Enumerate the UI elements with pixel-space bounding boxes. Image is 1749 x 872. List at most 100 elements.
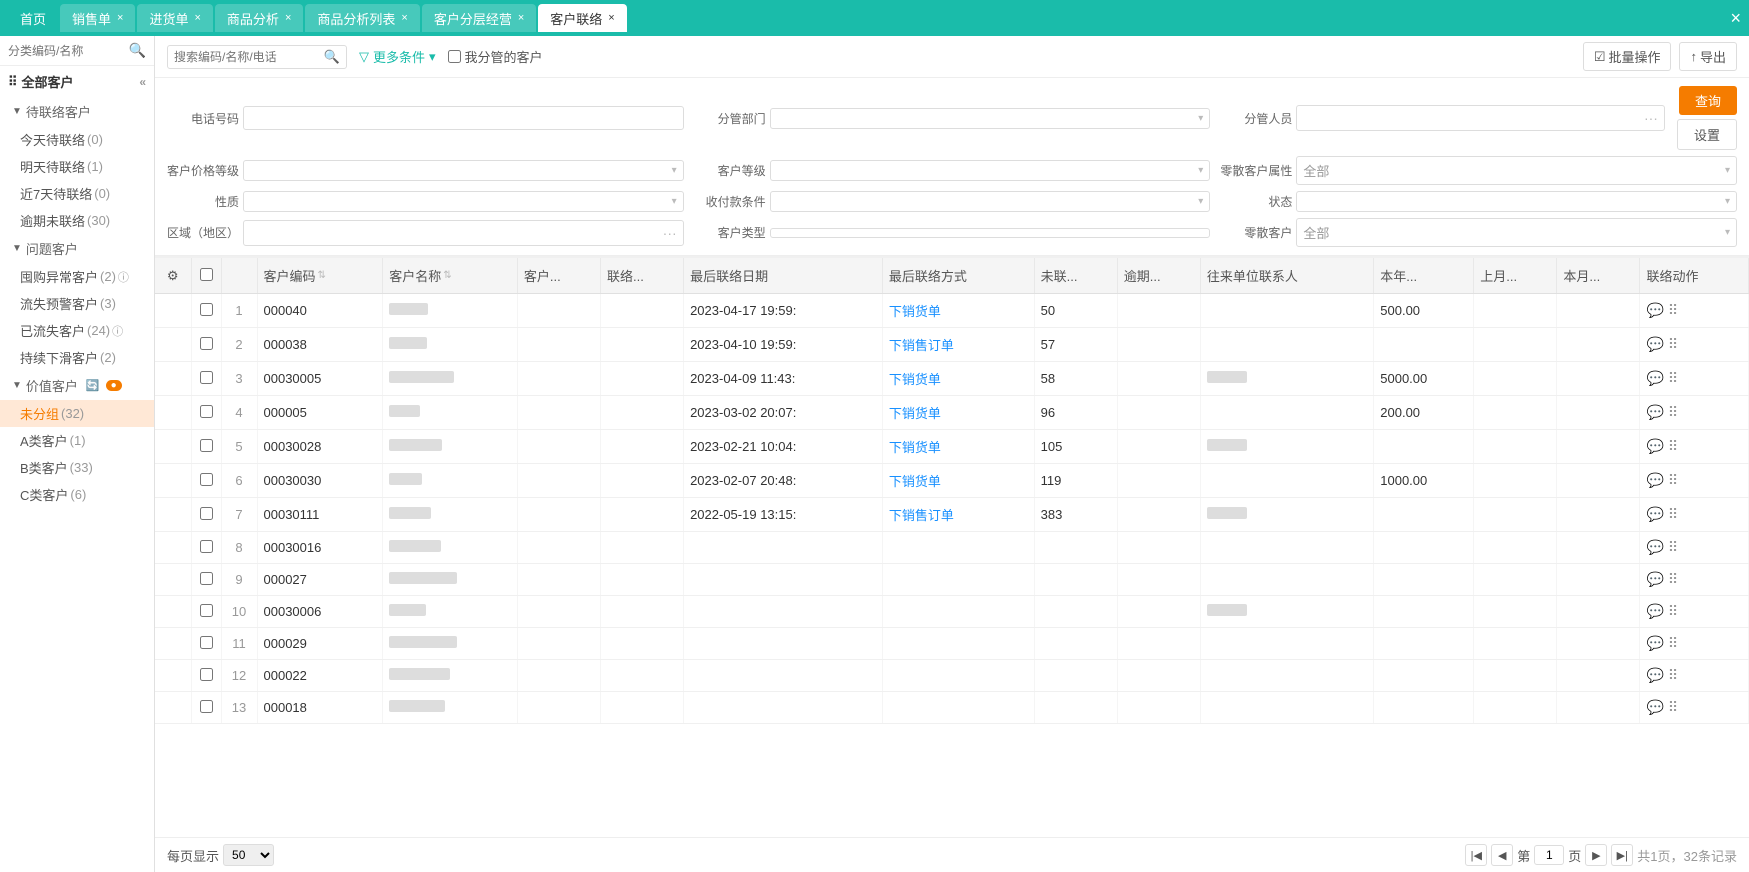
row-check-8[interactable] [200,572,213,585]
sidebar-item-class-c[interactable]: C类客户 (6) [0,481,154,508]
next-page-btn[interactable]: ▶ [1585,844,1607,866]
last-method-link-3[interactable]: 下销货单 [889,406,941,421]
my-customers-checkbox[interactable] [448,50,461,63]
tab-analysis-list-close[interactable]: × [401,12,407,24]
last-method-link-0[interactable]: 下销货单 [889,304,941,319]
row-last-method-1[interactable]: 下销售订单 [882,328,1034,362]
filter-status-select[interactable]: ▾ [1296,191,1737,212]
row-check-2[interactable] [200,371,213,384]
row-last-method-6[interactable]: 下销售订单 [882,498,1034,532]
export-btn[interactable]: ↑ 导出 [1679,42,1737,71]
sidebar-item-churn-warning[interactable]: 流失预警客户 (3) [0,290,154,317]
filter-phone-field[interactable] [250,111,677,125]
manager-dots-icon[interactable]: ··· [1644,110,1658,126]
th-last-month[interactable]: 上月... [1474,258,1557,294]
row-last-method-9[interactable] [882,596,1034,628]
more-icon-2[interactable]: ⠿ [1668,370,1678,387]
row-checkbox-12[interactable] [191,692,221,724]
per-page-select[interactable]: 50 100 200 [223,844,274,866]
filter-retail-customer-select[interactable]: 全部 ▾ [1296,218,1737,247]
row-check-5[interactable] [200,473,213,486]
row-check-7[interactable] [200,540,213,553]
more-icon-0[interactable]: ⠿ [1668,302,1678,319]
sidebar-search-input[interactable] [8,44,125,58]
last-method-link-4[interactable]: 下销货单 [889,440,941,455]
last-method-link-6[interactable]: 下销售订单 [889,508,954,523]
last-method-link-2[interactable]: 下销货单 [889,372,941,387]
filter-dept-select[interactable]: ▾ [770,108,1211,129]
row-last-method-2[interactable]: 下销货单 [882,362,1034,396]
tab-purchase[interactable]: 进货单 × [137,4,212,32]
sidebar-item-declining[interactable]: 持续下滑客户 (2) [0,344,154,371]
row-last-method-3[interactable]: 下销货单 [882,396,1034,430]
tab-analysis-list[interactable]: 商品分析列表 × [305,4,419,32]
row-checkbox-5[interactable] [191,464,221,498]
contact-icon-2[interactable]: 💬 [1646,370,1663,387]
row-check-9[interactable] [200,604,213,617]
sidebar-item-churned[interactable]: 已流失客户 (24) ⓘ [0,317,154,344]
tab-customer-tier[interactable]: 客户分层经营 × [422,4,536,32]
filter-customer-type-select[interactable] [770,228,1211,238]
th-contact[interactable]: 联络... [600,258,683,294]
tab-purchase-close[interactable]: × [194,12,200,24]
filter-property-select[interactable]: ▾ [243,191,684,212]
filter-retail-attr-select[interactable]: 全部 ▾ [1296,156,1737,185]
th-last-date[interactable]: 最后联络日期 [684,258,883,294]
th-name[interactable]: 客户名称 ⇅ [383,258,518,294]
row-last-method-8[interactable] [882,564,1034,596]
settings-icon[interactable]: ⚙ [167,268,179,283]
filter-price-level-select[interactable]: ▾ [243,160,684,181]
region-dots-icon[interactable]: ··· [663,225,677,241]
main-search-input[interactable] [174,50,320,64]
contact-icon-0[interactable]: 💬 [1646,302,1663,319]
filter-payment-select[interactable]: ▾ [770,191,1211,212]
tab-sales[interactable]: 销售单 × [60,4,135,32]
th-overdue[interactable]: 逾期... [1117,258,1200,294]
contact-icon-4[interactable]: 💬 [1646,438,1663,455]
row-check-6[interactable] [200,507,213,520]
contact-icon-11[interactable]: 💬 [1646,667,1663,684]
contact-icon-9[interactable]: 💬 [1646,603,1663,620]
sidebar-item-class-b[interactable]: B类客户 (33) [0,454,154,481]
row-checkbox-11[interactable] [191,660,221,692]
all-customers-header[interactable]: ⠿ 全部客户 « [0,66,154,97]
row-checkbox-3[interactable] [191,396,221,430]
contact-icon-1[interactable]: 💬 [1646,336,1663,353]
row-last-method-11[interactable] [882,660,1034,692]
group-pending-contact[interactable]: ▼ 待联络客户 [0,97,154,126]
group-problem[interactable]: ▼ 问题客户 [0,234,154,263]
more-icon-8[interactable]: ⠿ [1668,571,1678,588]
more-icon-3[interactable]: ⠿ [1668,404,1678,421]
select-all-checkbox[interactable] [200,268,213,281]
more-icon-11[interactable]: ⠿ [1668,667,1678,684]
reset-btn[interactable]: 设置 [1677,119,1737,150]
close-window-btn[interactable]: × [1730,8,1741,29]
first-page-btn[interactable]: |◀ [1465,844,1487,866]
row-check-12[interactable] [200,700,213,713]
contact-icon-7[interactable]: 💬 [1646,539,1663,556]
row-checkbox-6[interactable] [191,498,221,532]
row-checkbox-1[interactable] [191,328,221,362]
th-code[interactable]: 客户编码 ⇅ [257,258,383,294]
sidebar-item-7days[interactable]: 近7天待联络 (0) [0,180,154,207]
contact-icon-6[interactable]: 💬 [1646,506,1663,523]
sidebar-item-overdue[interactable]: 逾期未联络 (30) [0,207,154,234]
tab-customer-contact-close[interactable]: × [608,12,614,24]
th-this-month[interactable]: 本月... [1557,258,1640,294]
more-icon-4[interactable]: ⠿ [1668,438,1678,455]
query-btn[interactable]: 查询 [1679,86,1737,115]
row-checkbox-7[interactable] [191,532,221,564]
th-settings[interactable]: ⚙ [155,258,191,294]
row-check-11[interactable] [200,668,213,681]
filter-phone-input[interactable] [243,106,684,130]
last-page-btn[interactable]: ▶| [1611,844,1633,866]
row-check-0[interactable] [200,303,213,316]
filter-manager-input[interactable]: ··· [1296,105,1665,131]
th-unit-contact[interactable]: 往来单位联系人 [1200,258,1373,294]
page-number-input[interactable] [1534,845,1564,865]
main-search-icon[interactable]: 🔍 [324,49,340,65]
my-customers-filter[interactable]: 我分管的客户 [448,47,543,66]
filter-region-input[interactable]: ··· [243,220,684,246]
row-check-1[interactable] [200,337,213,350]
sidebar-search-icon[interactable]: 🔍 [129,42,146,59]
